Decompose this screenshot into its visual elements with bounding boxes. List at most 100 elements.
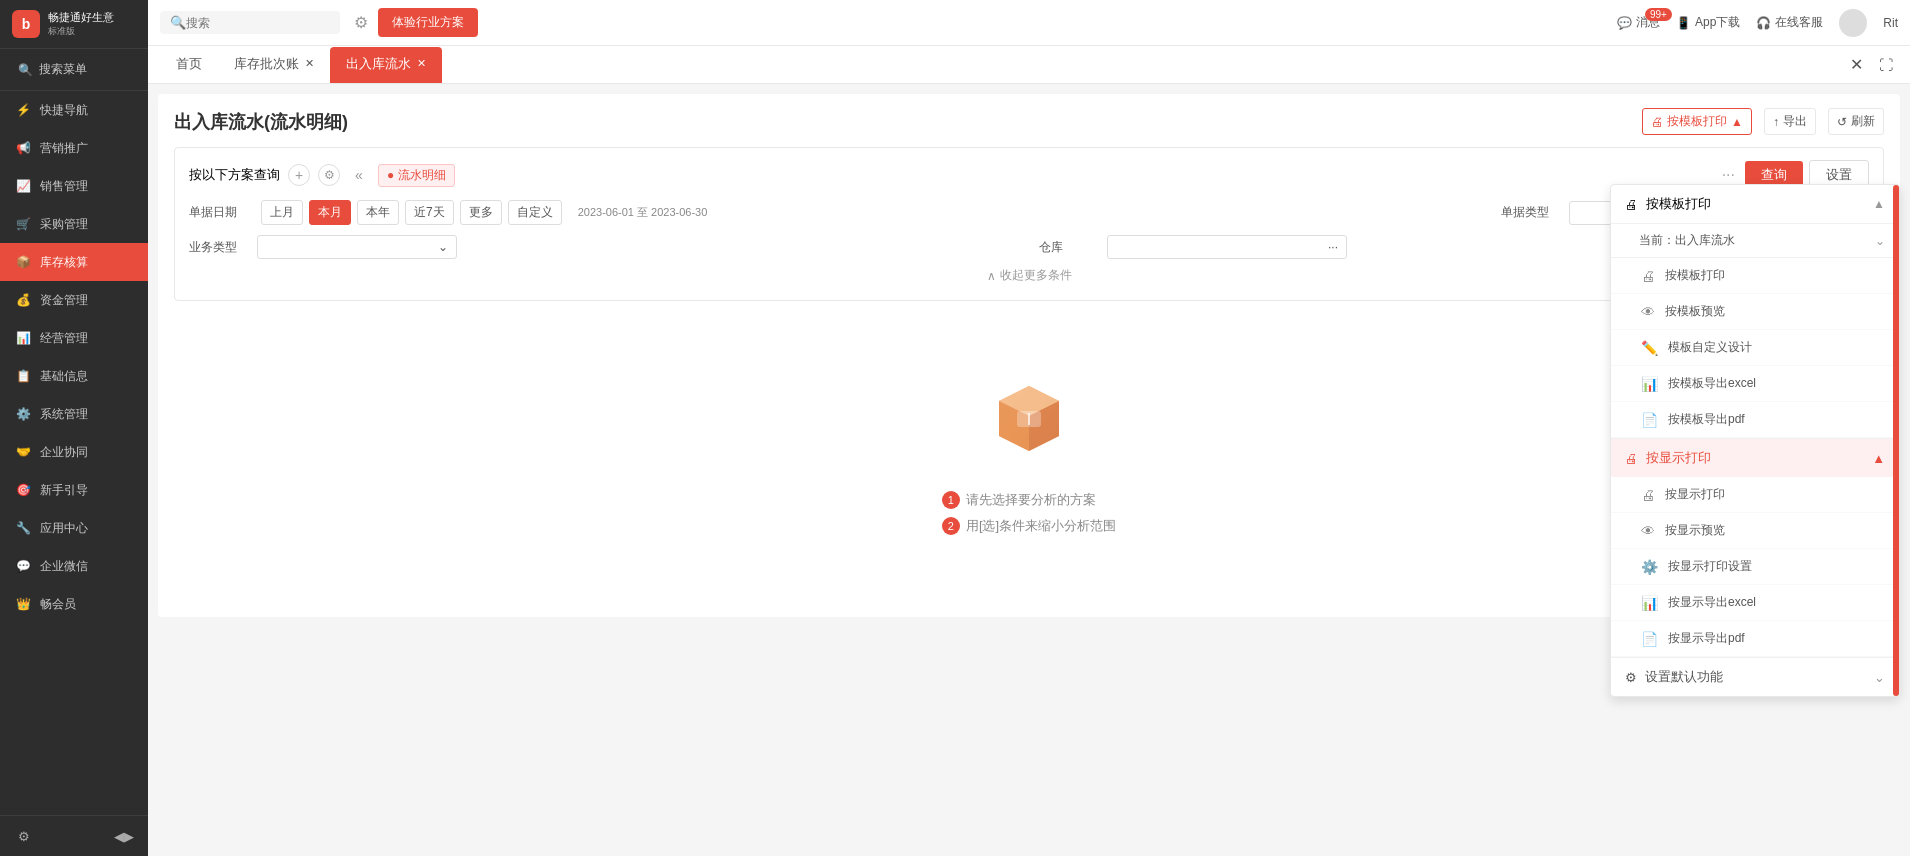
template-pdf-item-label: 按模板导出pdf (1668, 411, 1745, 428)
default-func-arrow-icon: ⌄ (1874, 670, 1885, 685)
sidebar-item-operation[interactable]: 📊 经营管理 (0, 319, 148, 357)
sidebar-item-purchase[interactable]: 🛒 采购管理 (0, 205, 148, 243)
template-print-section-header[interactable]: 🖨 按模板打印 ▲ (1611, 185, 1899, 224)
sidebar-item-basic[interactable]: 📋 基础信息 (0, 357, 148, 395)
date-btn-this-year[interactable]: 本年 (357, 200, 399, 225)
filter-setting-button[interactable]: ⚙ (318, 164, 340, 186)
date-btn-more[interactable]: 更多 (460, 200, 502, 225)
settings-btn[interactable]: ⚙ (14, 826, 34, 846)
default-func-title: ⚙ 设置默认功能 (1625, 668, 1723, 686)
message-button[interactable]: 💬 消息 99+ (1617, 14, 1660, 31)
main-content: 🔍 ⚙ 体验行业方案 💬 消息 99+ 📱 App下载 🎧 在线客服 Rit (148, 0, 1910, 856)
basic-icon: 📋 (14, 367, 32, 385)
user-avatar[interactable] (1839, 9, 1867, 37)
sidebar-item-label: 基础信息 (40, 368, 88, 385)
tab-batch-account[interactable]: 库存批次账 ✕ (218, 47, 330, 83)
tab-flow-close[interactable]: ✕ (417, 57, 426, 70)
topbar-search-input[interactable] (186, 16, 306, 30)
page-area: 出入库流水(流水明细) 🖨 按模板打印 ▲ ↑ 导出 ↺ 刷新 (148, 84, 1910, 856)
date-btn-last-month[interactable]: 上月 (261, 200, 303, 225)
window-expand-button[interactable]: ⛶ (1874, 53, 1898, 77)
window-close-button[interactable]: ✕ (1844, 53, 1868, 77)
industry-solution-button[interactable]: 体验行业方案 (378, 8, 478, 37)
filter-collapse-icon[interactable]: « (348, 164, 370, 186)
sidebar-item-member[interactable]: 👑 畅会员 (0, 585, 148, 623)
search-menu-label: 搜索菜单 (39, 61, 87, 78)
template-print-button[interactable]: 🖨 按模板打印 ▲ (1642, 108, 1752, 135)
sidebar-item-system[interactable]: ⚙️ 系统管理 (0, 395, 148, 433)
collapse-button[interactable]: ∧ 收起更多条件 (983, 263, 1076, 288)
default-func-label: 设置默认功能 (1645, 668, 1723, 686)
default-func-icon: ⚙ (1625, 670, 1637, 685)
tab-batch-account-label: 库存批次账 (234, 55, 299, 73)
date-btn-custom[interactable]: 自定义 (508, 200, 562, 225)
dropdown-item-template-pdf[interactable]: 📄 按模板导出pdf (1611, 402, 1899, 438)
sidebar-item-quick-nav[interactable]: ⚡ 快捷导航 (0, 91, 148, 129)
print-icon: 🖨 (1651, 115, 1663, 129)
sidebar-item-guide[interactable]: 🎯 新手引导 (0, 471, 148, 509)
display-pdf-item-icon: 📄 (1641, 631, 1658, 647)
app-download-icon: 📱 (1676, 16, 1691, 30)
online-service-button[interactable]: 🎧 在线客服 (1756, 14, 1823, 31)
filter-tag-icon: ● (387, 168, 394, 182)
dropdown-item-template-preview[interactable]: 👁 按模板预览 (1611, 294, 1899, 330)
export-icon: ↑ (1773, 115, 1779, 129)
refresh-button[interactable]: ↺ 刷新 (1828, 108, 1884, 135)
app-center-icon: 🔧 (14, 519, 32, 537)
chevron-up-icon: ∧ (987, 269, 996, 283)
display-print-section-header[interactable]: 🖨 按显示打印 ▲ (1611, 438, 1899, 477)
current-template-item[interactable]: 当前：出入库流水 ⌄ (1611, 224, 1899, 258)
display-pdf-item-label: 按显示导出pdf (1668, 630, 1745, 647)
message-icon: 💬 (1617, 16, 1632, 30)
sidebar-search-section: 🔍 搜索菜单 (0, 49, 148, 91)
panel-resize-handle[interactable] (1893, 185, 1899, 696)
export-button[interactable]: ↑ 导出 (1764, 108, 1816, 135)
template-pdf-item-icon: 📄 (1641, 412, 1658, 428)
dropdown-item-template-design[interactable]: ✏️ 模板自定义设计 (1611, 330, 1899, 366)
dropdown-item-display-print[interactable]: 🖨 按显示打印 (1611, 477, 1899, 513)
sidebar-item-inventory[interactable]: 📦 库存核算 (0, 243, 148, 281)
search-menu-item[interactable]: 🔍 搜索菜单 (10, 57, 138, 82)
template-print-item-label: 按模板打印 (1665, 267, 1725, 284)
dropdown-item-display-excel[interactable]: 📊 按显示导出excel (1611, 585, 1899, 621)
tab-batch-account-close[interactable]: ✕ (305, 57, 314, 70)
date-filter-options: 上月 本月 本年 近7天 更多 自定义 (261, 200, 562, 225)
topbar-gear-icon[interactable]: ⚙ (354, 13, 368, 32)
dropdown-item-display-preview[interactable]: 👁 按显示预览 (1611, 513, 1899, 549)
sidebar-item-cooperation[interactable]: 🤝 企业协同 (0, 433, 148, 471)
export-label: 导出 (1783, 113, 1807, 130)
filter-add-button[interactable]: + (288, 164, 310, 186)
filter-tag-item[interactable]: ● 流水明细 (378, 164, 455, 187)
sidebar-item-marketing[interactable]: 📢 营销推广 (0, 129, 148, 167)
topbar-right-actions: 💬 消息 99+ 📱 App下载 🎧 在线客服 Rit (1617, 9, 1898, 37)
sidebar-item-label: 经营管理 (40, 330, 88, 347)
sidebar-item-label: 畅会员 (40, 596, 76, 613)
sidebar-collapse-btn[interactable]: ◀▶ (114, 826, 134, 846)
sidebar-item-finance[interactable]: 💰 资金管理 (0, 281, 148, 319)
dropdown-item-display-print-settings[interactable]: ⚙️ 按显示打印设置 (1611, 549, 1899, 585)
sidebar-item-label: 采购管理 (40, 216, 88, 233)
warehouse-filter-select[interactable]: ··· (1107, 235, 1347, 259)
template-print-section-label: 按模板打印 (1646, 195, 1711, 213)
sidebar-item-label: 资金管理 (40, 292, 88, 309)
step-2: 2 用[选]条件来缩小分析范围 (942, 517, 1116, 535)
date-btn-this-month[interactable]: 本月 (309, 200, 351, 225)
member-icon: 👑 (14, 595, 32, 613)
biz-select-chevron-icon: ⌄ (438, 240, 448, 254)
sidebar-item-app-center[interactable]: 🔧 应用中心 (0, 509, 148, 547)
tab-home[interactable]: 首页 (160, 47, 218, 83)
dropdown-item-display-pdf[interactable]: 📄 按显示导出pdf (1611, 621, 1899, 657)
topbar-search-box[interactable]: 🔍 (160, 11, 340, 34)
dropdown-item-template-print[interactable]: 🖨 按模板打印 (1611, 258, 1899, 294)
sidebar-item-sales[interactable]: 📈 销售管理 (0, 167, 148, 205)
more-options-button[interactable]: ··· (1722, 166, 1735, 184)
sidebar-item-wechat[interactable]: 💬 企业微信 (0, 547, 148, 585)
tab-flow[interactable]: 出入库流水 ✕ (330, 47, 442, 83)
dropdown-default-func-item[interactable]: ⚙ 设置默认功能 ⌄ (1611, 657, 1899, 696)
tab-home-label: 首页 (176, 55, 202, 73)
refresh-label: 刷新 (1851, 113, 1875, 130)
biz-filter-select[interactable]: ⌄ (257, 235, 457, 259)
app-download-button[interactable]: 📱 App下载 (1676, 14, 1740, 31)
dropdown-item-template-excel[interactable]: 📊 按模板导出excel (1611, 366, 1899, 402)
date-btn-7days[interactable]: 近7天 (405, 200, 454, 225)
